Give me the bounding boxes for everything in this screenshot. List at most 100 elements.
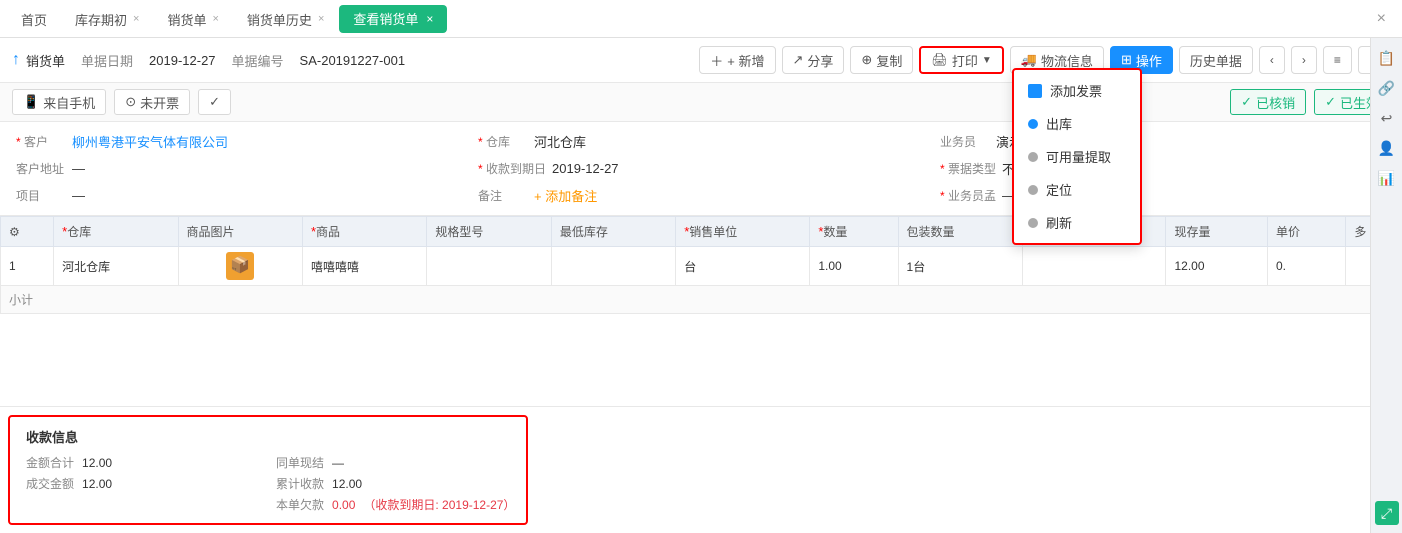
project-label: 项目 [16,187,66,204]
address-value: — [72,161,85,176]
salesperson-field: 业务员孟 — [940,186,1386,205]
sidebar-chart-icon[interactable]: 📊 [1375,166,1399,190]
col-warehouse: *仓库 [54,217,178,247]
check-icon: ✓ [209,94,220,110]
tab-inventory[interactable]: 库存期初 × [62,4,152,34]
due-date-note: （收款到期日: 2019-12-27） [363,496,510,513]
list-view-button[interactable]: ≡ [1323,46,1352,74]
customer-label: 客户 [16,133,66,150]
check-button[interactable]: ✓ [198,89,231,115]
col-settings[interactable]: ⚙ [1,217,54,247]
print-icon: 🖨 [931,52,948,68]
sidebar-user-icon[interactable]: 👤 [1375,136,1399,160]
tab-sales-order[interactable]: 销货单 × [154,4,231,34]
amount-row: 金额合计 12.00 [26,454,260,471]
close-tab-sales-history[interactable]: × [318,13,324,25]
table-area: ⚙ *仓库 商品图片 *商品 规格型号 最低库存 *销售单位 *数量 包装数量 … [0,216,1402,406]
tab-sales-history[interactable]: 销货单历史 × [234,4,337,34]
next-button[interactable]: › [1291,46,1317,74]
out-warehouse-item[interactable]: 出库 [1014,107,1140,140]
circle-icon: ⊙ [125,94,136,110]
sidebar-doc-icon[interactable]: 📋 [1375,46,1399,70]
transaction-row: 成交金额 12.00 [26,475,260,492]
salesperson-label: 业务员孟 [940,187,996,204]
truck-icon: 🚚 [1021,52,1037,68]
payment-info: 收款信息 金额合计 12.00 同单现结 — 成交金额 12.00 [8,415,528,525]
history-button[interactable]: 历史单据 [1179,46,1253,74]
customer-value[interactable]: 柳州粤港平安气体有限公司 [72,132,228,151]
col-product: *商品 [302,217,426,247]
bottom-area: 收款信息 金额合计 12.00 同单现结 — 成交金额 12.00 [0,406,1402,533]
not-open-ticket-button[interactable]: ⊙ 未开票 [114,89,190,115]
no-label: 单据编号 [232,51,284,70]
same-settlement-row: 同单现结 — [276,454,510,471]
plus-icon: ＋ [710,51,723,70]
sidebar-return-icon[interactable]: ↩ [1375,106,1399,130]
col-price: 单价 [1267,217,1345,247]
col-spec: 规格型号 [427,217,551,247]
project-field: 项目 — [16,186,462,205]
add-remark-btn[interactable]: + 添加备注 [534,186,597,205]
sales-order-icon: ↑ [12,51,20,69]
transaction-label: 成交金额 [26,475,74,492]
warehouse-label: 仓库 [478,133,528,150]
project-value: — [72,188,85,203]
row-quantity: 1.00 [810,247,898,286]
copy-icon: ⊕ [861,52,872,68]
from-mobile-button[interactable]: 📱 来自手机 [12,89,106,115]
row-pack-qty: 1台 [898,247,1022,286]
share-button[interactable]: ↗ 分享 [782,46,845,74]
remark-field: 备注 + 添加备注 [478,186,924,205]
payment-title: 收款信息 [26,427,510,446]
close-tab-view-sales[interactable]: × [426,12,433,26]
invoice-type-field: 票据类型 不开票 [940,159,1386,178]
doc-title: ↑ 销货单 [12,51,65,70]
row-warehouse: 河北仓库 [54,247,178,286]
address-field: 客户地址 — [16,159,462,178]
print-dropdown-icon: ▼ [982,55,992,66]
form-area: 客户 柳州粤港平安气体有限公司 仓库 河北仓库 业务员 演示账号 客户地址 — … [0,122,1402,216]
available-pick-item[interactable]: 可用量提取 [1014,140,1140,173]
right-sidebar: 📋 🔗 ↩ 👤 📊 ⤢ [1370,38,1402,533]
close-tab-sales-order[interactable]: × [212,13,218,25]
table-header-row: ⚙ *仓库 商品图片 *商品 规格型号 最低库存 *销售单位 *数量 包装数量 … [1,217,1402,247]
transaction-value: 12.00 [82,477,112,491]
share-icon: ↗ [793,52,804,68]
products-table: ⚙ *仓库 商品图片 *商品 规格型号 最低库存 *销售单位 *数量 包装数量 … [0,216,1402,314]
row-available [1022,247,1166,286]
copy-button[interactable]: ⊕ 复制 [850,46,913,74]
action-bar: 📱 来自手机 ⊙ 未开票 ✓ ✓ 已核销 ✓ 已生效 [0,83,1402,122]
sidebar-link-icon[interactable]: 🔗 [1375,76,1399,100]
customer-field: 客户 柳州粤港平安气体有限公司 [16,132,462,151]
tab-home[interactable]: 首页 [8,4,60,34]
due-date-field: 收款到期日 2019-12-27 [478,159,924,178]
accumulated-row: 累计收款 12.00 [276,475,510,492]
same-settlement-label: 同单现结 [276,454,324,471]
grid-icon: ⊞ [1121,52,1132,68]
address-label: 客户地址 [16,160,66,177]
subtotal-label: 小计 [1,286,1402,314]
sidebar-expand-icon[interactable]: ⤢ [1375,501,1399,525]
warehouse-value: 河北仓库 [534,132,586,151]
this-order-row: 本单欠款 0.00 （收款到期日: 2019-12-27） [276,496,510,513]
doc-type-label: 销货单 [26,51,65,70]
locate-item[interactable]: 定位 [1014,173,1140,206]
due-date-value: 2019-12-27 [552,161,619,176]
add-invoice-item[interactable]: 添加发票 [1014,74,1140,107]
doc-header: ↑ 销货单 单据日期 2019-12-27 单据编号 SA-20191227-0… [0,38,1402,83]
close-page-button[interactable]: × [1369,10,1394,28]
out-warehouse-icon [1028,119,1038,129]
close-tab-inventory[interactable]: × [133,13,139,25]
same-settlement-value: — [332,456,344,470]
warehouse-field: 仓库 河北仓库 [478,132,924,151]
refresh-item[interactable]: 刷新 [1014,206,1140,239]
print-button[interactable]: 🖨 打印 ▼ [919,46,1003,74]
subtotal-row: 小计 [1,286,1402,314]
col-stock: 现存量 [1166,217,1267,247]
col-pack-qty: 包装数量 [898,217,1022,247]
prev-button[interactable]: ‹ [1259,46,1285,74]
accumulated-label: 累计收款 [276,475,324,492]
new-button[interactable]: ＋ + 新增 [699,46,775,74]
tab-bar: 首页 库存期初 × 销货单 × 销货单历史 × 查看销货单 × × [0,0,1402,38]
tab-view-sales[interactable]: 查看销货单 × [339,5,447,33]
